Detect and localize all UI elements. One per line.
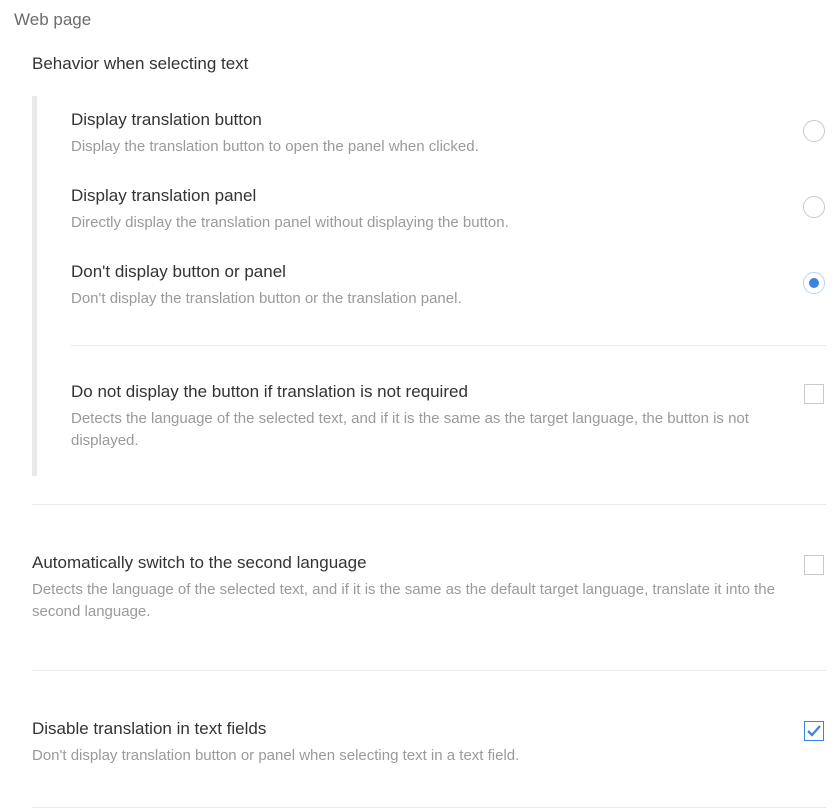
option-desc: Detects the language of the selected tex… xyxy=(71,408,778,452)
option-desc: Don't display translation button or pane… xyxy=(32,745,778,767)
checkbox-auto-switch[interactable] xyxy=(804,555,824,575)
checkbox-disable-text-fields[interactable] xyxy=(804,721,824,741)
option-desc: Don't display the translation button or … xyxy=(71,288,778,310)
option-text: Display translation button Display the t… xyxy=(71,110,802,158)
option-text: Automatically switch to the second langu… xyxy=(32,553,802,623)
page-title: Web page xyxy=(14,10,826,30)
control-col xyxy=(802,110,826,142)
behavior-option-dont-display: Don't display button or panel Don't disp… xyxy=(71,248,826,324)
option-text: Disable translation in text fields Don't… xyxy=(32,719,802,767)
option-text: Display translation panel Directly displ… xyxy=(71,186,802,234)
divider xyxy=(71,345,826,346)
control-col xyxy=(802,262,826,294)
disable-text-fields-option: Disable translation in text fields Don't… xyxy=(14,671,826,807)
option-title: Automatically switch to the second langu… xyxy=(32,553,778,573)
auto-switch-option: Automatically switch to the second langu… xyxy=(14,505,826,671)
behavior-no-display-if-not-required: Do not display the button if translation… xyxy=(71,368,826,466)
control-col xyxy=(802,382,826,404)
option-title: Disable translation in text fields xyxy=(32,719,778,739)
option-text: Do not display the button if translation… xyxy=(71,382,802,452)
control-col xyxy=(802,553,826,575)
control-col xyxy=(802,719,826,741)
radio-display-button[interactable] xyxy=(803,120,825,142)
check-icon xyxy=(805,722,823,740)
radio-dont-display[interactable] xyxy=(803,272,825,294)
option-title: Do not display the button if translation… xyxy=(71,382,778,402)
control-col xyxy=(802,186,826,218)
radio-display-panel[interactable] xyxy=(803,196,825,218)
behavior-option-display-panel: Display translation panel Directly displ… xyxy=(71,172,826,248)
behavior-options-block: Display translation button Display the t… xyxy=(32,96,826,476)
checkbox-no-display-if-not-required[interactable] xyxy=(804,384,824,404)
option-desc: Directly display the translation panel w… xyxy=(71,212,778,234)
option-title: Don't display button or panel xyxy=(71,262,778,282)
behavior-option-display-button: Display translation button Display the t… xyxy=(71,96,826,172)
option-desc: Display the translation button to open t… xyxy=(71,136,778,158)
option-title: Display translation button xyxy=(71,110,778,130)
option-desc: Detects the language of the selected tex… xyxy=(32,579,778,623)
behavior-section-title: Behavior when selecting text xyxy=(32,54,826,74)
option-title: Display translation panel xyxy=(71,186,778,206)
option-text: Don't display button or panel Don't disp… xyxy=(71,262,802,310)
